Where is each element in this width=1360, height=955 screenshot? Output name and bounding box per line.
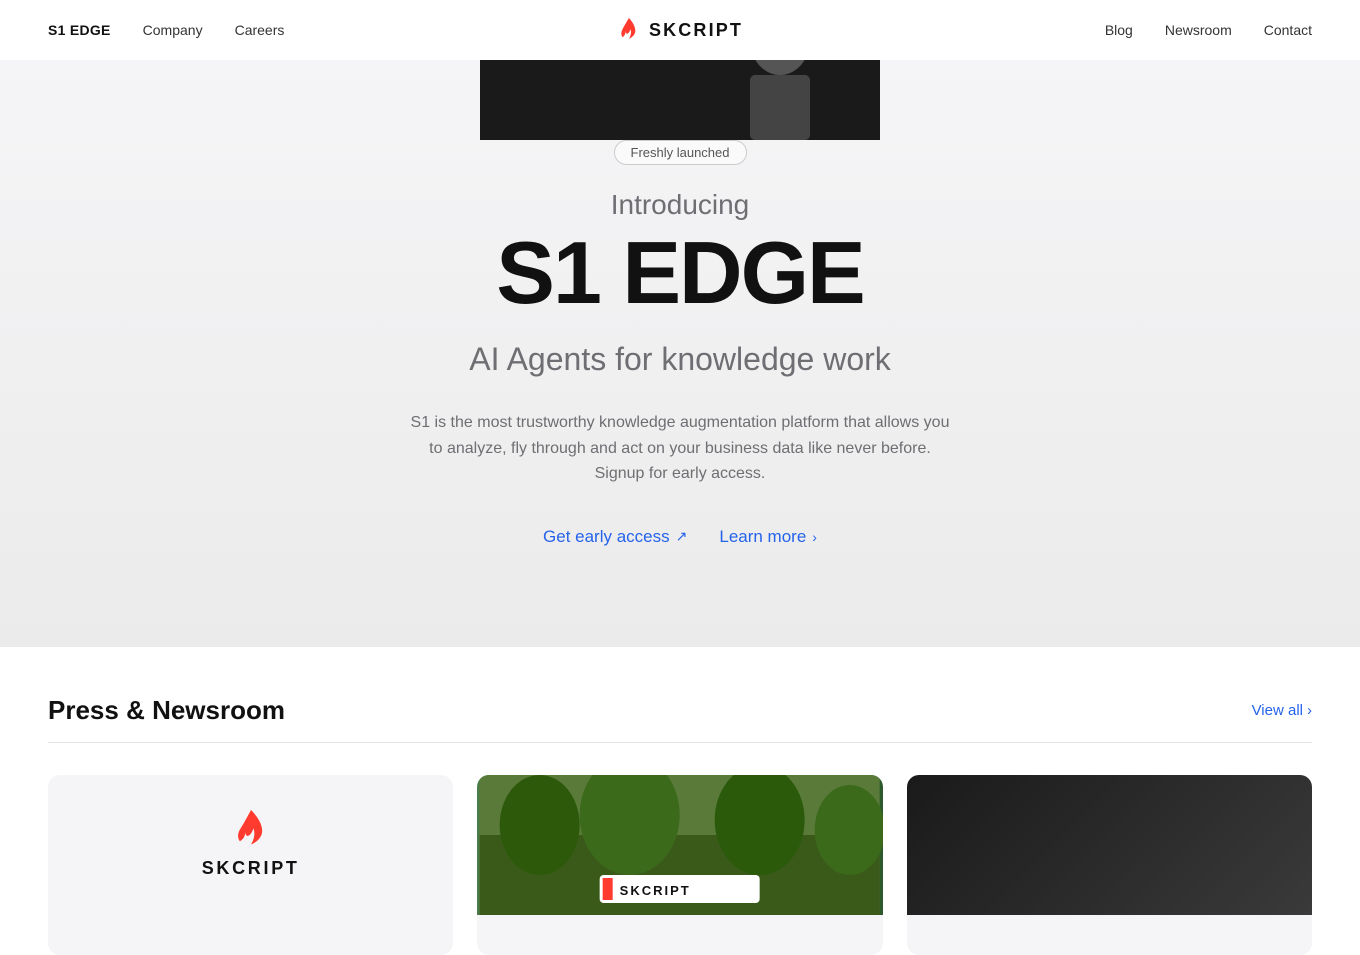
learn-more-arrow-icon: ›: [812, 529, 817, 545]
skcript-wordmark: SKCRIPT: [649, 20, 743, 41]
press-card-3-image: SKCRIPT: [907, 775, 1312, 915]
view-all-link[interactable]: View all ›: [1252, 702, 1312, 719]
press-card-2[interactable]: SKCRIPT: [477, 775, 882, 955]
freshly-launched-badge: Freshly launched: [614, 140, 747, 165]
nav-contact-link[interactable]: Contact: [1264, 22, 1312, 38]
view-all-label: View all: [1252, 702, 1303, 719]
nav-left: S1 EDGE Company Careers: [48, 22, 284, 38]
navbar: S1 EDGE Company Careers SKCRIPT Blog New…: [0, 0, 1360, 60]
press-section: Press & Newsroom View all › SKCRIPT: [0, 647, 1360, 955]
press-card-3[interactable]: SKCRIPT: [907, 775, 1312, 955]
hero-cta-group: Get early access ↗ Learn more ›: [543, 527, 817, 547]
nav-right: Blog Newsroom Contact: [1105, 22, 1312, 38]
learn-more-button[interactable]: Learn more ›: [719, 527, 817, 547]
svg-text:SKCRIPT: SKCRIPT: [620, 883, 691, 898]
hero-section: Freshly launched Introducing S1 EDGE AI …: [0, 60, 1360, 647]
press-card-1[interactable]: SKCRIPT: [48, 775, 453, 955]
nav-brand-link[interactable]: S1 EDGE: [48, 22, 111, 38]
press-title: Press & Newsroom: [48, 695, 285, 726]
hero-description: S1 is the most trustworthy knowledge aug…: [410, 410, 950, 487]
badge-text: Freshly launched: [631, 145, 730, 160]
hero-introducing-text: Introducing: [611, 189, 750, 221]
nav-careers-link[interactable]: Careers: [235, 22, 285, 38]
nav-blog-link[interactable]: Blog: [1105, 22, 1133, 38]
press-cards-container: SKCRIPT SKCRIPT: [48, 775, 1312, 955]
card1-wordmark: SKCRIPT: [202, 858, 300, 879]
nav-company-link[interactable]: Company: [143, 22, 203, 38]
skcript-flame-icon: [617, 18, 641, 42]
get-early-access-button[interactable]: Get early access ↗: [543, 527, 687, 547]
view-all-arrow-icon: ›: [1307, 702, 1312, 719]
early-access-arrow-icon: ↗: [676, 528, 688, 545]
hero-subtitle: AI Agents for knowledge work: [469, 341, 891, 378]
press-card-1-image: SKCRIPT: [48, 775, 453, 915]
card1-flame-icon: [231, 810, 271, 850]
press-header: Press & Newsroom View all ›: [48, 695, 1312, 743]
get-early-access-label: Get early access: [543, 527, 670, 547]
hero-product-title: S1 EDGE: [496, 229, 863, 317]
nav-newsroom-link[interactable]: Newsroom: [1165, 22, 1232, 38]
outdoor-scene-illustration: SKCRIPT: [477, 775, 882, 915]
press-card-2-image: SKCRIPT: [477, 775, 882, 915]
learn-more-label: Learn more: [719, 527, 806, 547]
nav-logo[interactable]: SKCRIPT: [617, 18, 743, 42]
